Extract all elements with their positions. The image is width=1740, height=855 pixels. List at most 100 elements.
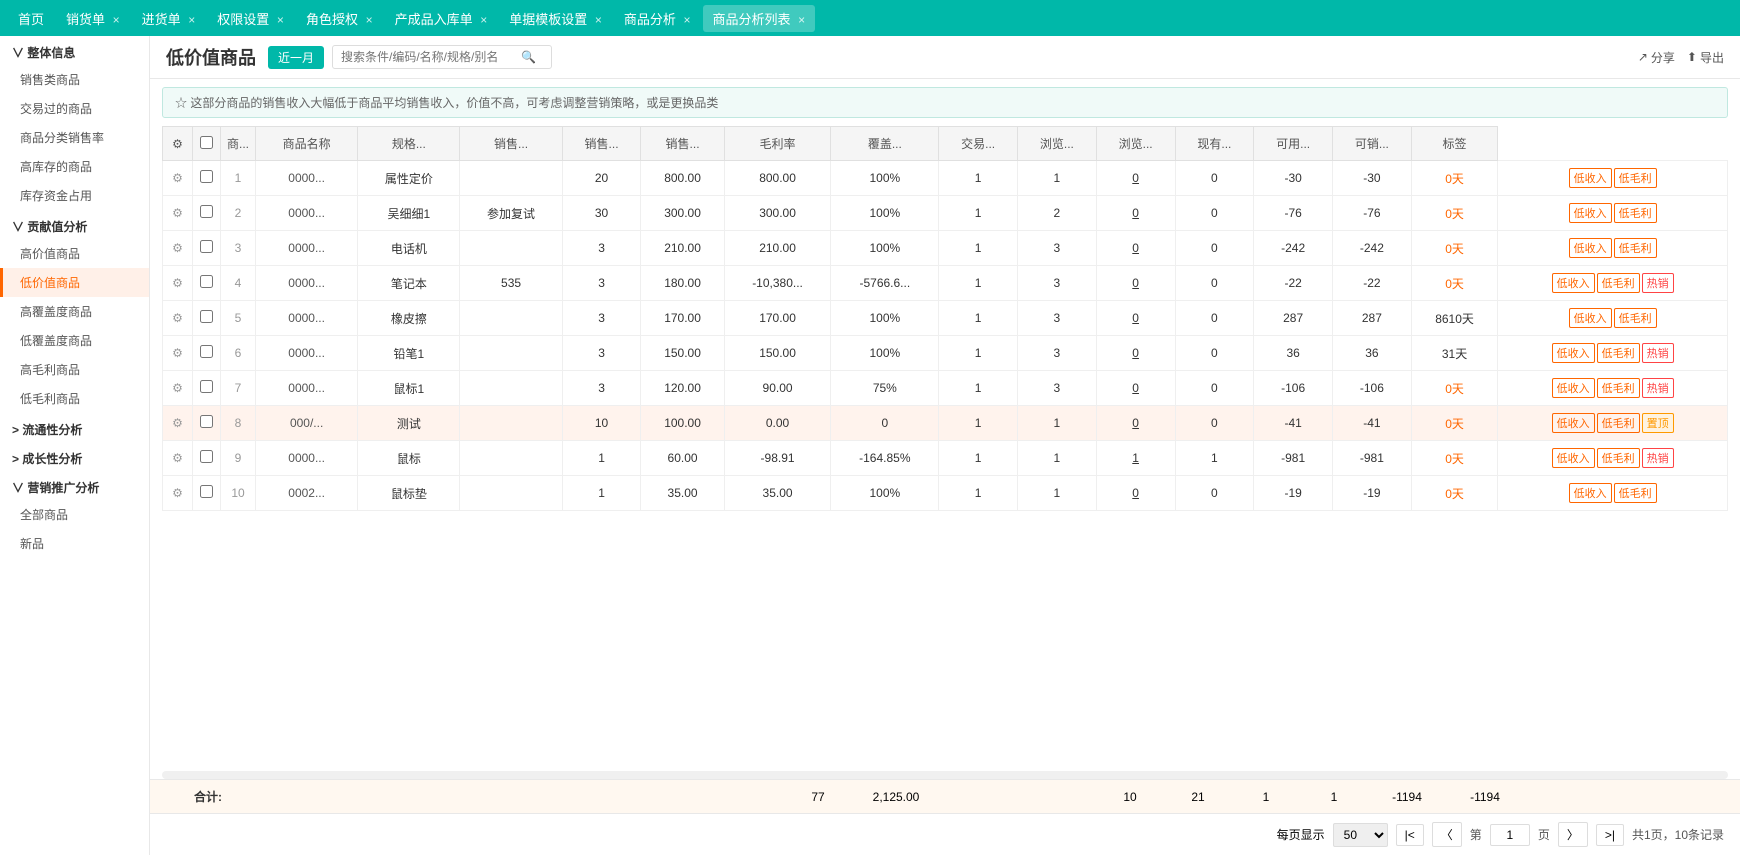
- section-overall[interactable]: ∨ 整体信息: [0, 36, 149, 65]
- row-settings[interactable]: ⚙: [163, 301, 193, 336]
- per-page-select[interactable]: 50 100 200: [1333, 823, 1388, 847]
- next-page-button[interactable]: 〉: [1558, 822, 1588, 847]
- section-marketing[interactable]: ∨ 营销推广分析: [0, 471, 149, 500]
- sidebar-item-sales-goods[interactable]: 销售类商品: [0, 65, 149, 94]
- sidebar-item-high-stock[interactable]: 高库存的商品: [0, 152, 149, 181]
- col-s2[interactable]: 销售...: [562, 127, 641, 161]
- row-checkbox[interactable]: [193, 371, 221, 406]
- col-stock1[interactable]: 现有...: [1175, 127, 1254, 161]
- nav-item-analysis[interactable]: 商品分析 ×: [614, 5, 701, 32]
- row-checkbox[interactable]: [193, 406, 221, 441]
- row-settings[interactable]: ⚙: [163, 196, 193, 231]
- row-checkbox[interactable]: [193, 441, 221, 476]
- col-view1[interactable]: 浏览...: [1018, 127, 1097, 161]
- last-page-button[interactable]: >|: [1596, 824, 1624, 846]
- row-settings[interactable]: ⚙: [163, 371, 193, 406]
- row-view1[interactable]: 0: [1096, 231, 1175, 266]
- row-checkbox[interactable]: [193, 336, 221, 371]
- search-input[interactable]: [341, 50, 521, 64]
- row-settings[interactable]: ⚙: [163, 441, 193, 476]
- col-coverage[interactable]: 覆盖...: [831, 127, 939, 161]
- sidebar-item-all-goods[interactable]: 全部商品: [0, 500, 149, 529]
- row-settings[interactable]: ⚙: [163, 476, 193, 511]
- select-all-checkbox[interactable]: [200, 136, 213, 149]
- col-name[interactable]: 商品名称: [256, 127, 358, 161]
- tag-label: 低收入: [1569, 308, 1612, 328]
- col-stock3[interactable]: 可销...: [1333, 127, 1412, 161]
- col-spec[interactable]: 规格...: [358, 127, 460, 161]
- row-view1[interactable]: 0: [1096, 371, 1175, 406]
- export-button[interactable]: ⬆ 导出: [1687, 49, 1724, 66]
- col-tags[interactable]: 标签: [1411, 127, 1498, 161]
- col-checkbox[interactable]: [193, 127, 221, 161]
- row-checkbox[interactable]: [193, 266, 221, 301]
- sidebar-item-traded-goods[interactable]: 交易过的商品: [0, 94, 149, 123]
- prev-page-button[interactable]: 〈: [1432, 822, 1462, 847]
- sidebar-item-low-coverage[interactable]: 低覆盖度商品: [0, 326, 149, 355]
- row-view1[interactable]: 0: [1096, 406, 1175, 441]
- row-view1[interactable]: 0: [1096, 301, 1175, 336]
- row-s1: 3: [562, 231, 641, 266]
- row-checkbox[interactable]: [193, 301, 221, 336]
- first-page-button[interactable]: |<: [1396, 824, 1424, 846]
- row-checkbox[interactable]: [193, 196, 221, 231]
- section-circulation[interactable]: > 流通性分析: [0, 413, 149, 442]
- col-gross[interactable]: 毛利率: [724, 127, 831, 161]
- share-button[interactable]: ↗ 分享: [1638, 49, 1675, 66]
- row-stock1: -41: [1254, 406, 1333, 441]
- sidebar-item-new-goods[interactable]: 新品: [0, 529, 149, 558]
- col-code[interactable]: 商...: [221, 127, 256, 161]
- row-settings[interactable]: ⚙: [163, 406, 193, 441]
- row-view1[interactable]: 0: [1096, 196, 1175, 231]
- nav-item-role[interactable]: 角色授权 ×: [296, 5, 383, 32]
- row-trade: 3: [1018, 301, 1097, 336]
- row-settings[interactable]: ⚙: [163, 231, 193, 266]
- col-view2[interactable]: 浏览...: [1096, 127, 1175, 161]
- row-view1[interactable]: 0: [1096, 161, 1175, 196]
- sidebar-item-high-coverage[interactable]: 高覆盖度商品: [0, 297, 149, 326]
- col-trade[interactable]: 交易...: [939, 127, 1018, 161]
- sidebar-item-low-value[interactable]: 低价值商品: [0, 268, 149, 297]
- nav-item-home[interactable]: 首页: [8, 5, 54, 32]
- row-trade: 1: [1018, 406, 1097, 441]
- row-s3: 170.00: [724, 301, 831, 336]
- sidebar-item-high-profit[interactable]: 高毛利商品: [0, 355, 149, 384]
- row-view1[interactable]: 1: [1096, 441, 1175, 476]
- row-view1[interactable]: 0: [1096, 476, 1175, 511]
- row-stock2: -30: [1333, 161, 1412, 196]
- row-s1: 3: [562, 371, 641, 406]
- row-code: 0000...: [256, 161, 358, 196]
- col-settings[interactable]: ⚙: [163, 127, 193, 161]
- row-checkbox[interactable]: [193, 231, 221, 266]
- row-code: 0000...: [256, 441, 358, 476]
- nav-item-sales[interactable]: 销货单 ×: [56, 5, 130, 32]
- sidebar-item-category-sales[interactable]: 商品分类销售率: [0, 123, 149, 152]
- row-settings[interactable]: ⚙: [163, 266, 193, 301]
- section-contribution[interactable]: ∨ 贡献值分析: [0, 210, 149, 239]
- row-settings[interactable]: ⚙: [163, 161, 193, 196]
- row-view1[interactable]: 0: [1096, 336, 1175, 371]
- sidebar-item-high-value[interactable]: 高价值商品: [0, 239, 149, 268]
- row-view2: 0: [1175, 196, 1254, 231]
- nav-item-permission[interactable]: 权限设置 ×: [207, 5, 294, 32]
- col-s3[interactable]: 销售...: [641, 127, 724, 161]
- nav-item-analysis-list[interactable]: 商品分析列表 ×: [703, 5, 816, 32]
- page-number-input[interactable]: [1490, 824, 1530, 846]
- table-footer: 合计: 77 2,125.00 10 21 1 1 -1194 -1194: [150, 779, 1740, 813]
- nav-item-product[interactable]: 产成品入库单 ×: [385, 5, 498, 32]
- col-stock2[interactable]: 可用...: [1254, 127, 1333, 161]
- search-icon[interactable]: 🔍: [521, 50, 536, 64]
- sidebar-item-low-profit[interactable]: 低毛利商品: [0, 384, 149, 413]
- col-s1[interactable]: 销售...: [460, 127, 562, 161]
- row-settings[interactable]: ⚙: [163, 336, 193, 371]
- table-container[interactable]: ⚙ 商... 商品名称 规格... 销售... 销售... 销售... 毛利率 …: [150, 126, 1740, 771]
- horizontal-scrollbar[interactable]: [162, 771, 1728, 779]
- nav-item-purchase[interactable]: 进货单 ×: [132, 5, 206, 32]
- row-checkbox[interactable]: [193, 476, 221, 511]
- row-checkbox[interactable]: [193, 161, 221, 196]
- nav-item-template[interactable]: 单据模板设置 ×: [499, 5, 612, 32]
- sidebar-item-stock-funds[interactable]: 库存资金占用: [0, 181, 149, 210]
- row-view1[interactable]: 0: [1096, 266, 1175, 301]
- period-button[interactable]: 近一月: [268, 46, 324, 69]
- section-growth[interactable]: > 成长性分析: [0, 442, 149, 471]
